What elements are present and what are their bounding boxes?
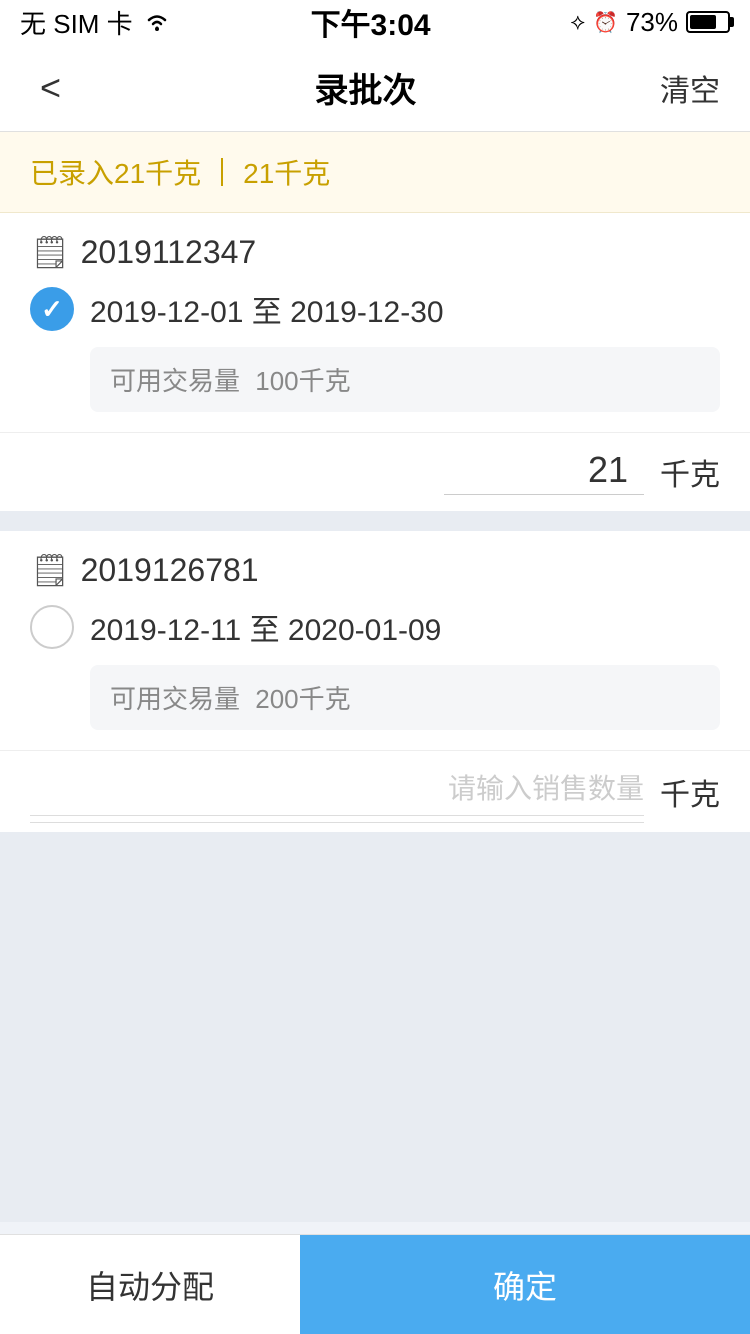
recorded-label: 已录入21千克 bbox=[30, 152, 201, 192]
batch1-radio[interactable] bbox=[30, 287, 74, 331]
batch1-available: 可用交易量 100千克 bbox=[90, 347, 720, 412]
batch2-id: 2019126781 bbox=[81, 552, 259, 589]
batch1-qty-value[interactable]: 21 bbox=[588, 449, 628, 491]
status-time: 下午3:04 bbox=[311, 0, 431, 44]
battery-fill bbox=[690, 15, 716, 29]
batch1-document-icon: 🗒 bbox=[30, 233, 71, 271]
batch2-document-icon: 🗒 bbox=[30, 551, 71, 589]
batch2-radio[interactable] bbox=[30, 605, 74, 649]
nav-bar: < 录批次 清空 bbox=[0, 44, 750, 132]
carrier-label: 无 SIM 卡 bbox=[20, 4, 133, 41]
batch2-available-label: 可用交易量 bbox=[110, 684, 240, 714]
clear-button[interactable]: 清空 bbox=[660, 66, 720, 110]
batch2-input-row: 请输入销售数量 千克 bbox=[0, 750, 750, 832]
batch2-date-row[interactable]: 2019-12-11 至 2020-01-09 bbox=[30, 605, 720, 649]
batch1-id: 2019112347 bbox=[81, 234, 257, 271]
batch-card-2: 🗒 2019126781 2019-12-11 至 2020-01-09 可用交… bbox=[0, 531, 750, 750]
recorded-value: 21千克 bbox=[243, 152, 330, 192]
info-banner: 已录入21千克 21千克 bbox=[0, 132, 750, 213]
back-button[interactable]: < bbox=[30, 57, 71, 119]
batch2-available: 可用交易量 200千克 bbox=[90, 665, 720, 730]
alarm-icon: ⏰ bbox=[593, 10, 618, 35]
batch1-date: 2019-12-01 至 2019-12-30 bbox=[90, 287, 444, 331]
battery-icon bbox=[686, 11, 730, 33]
batch1-date-row[interactable]: 2019-12-01 至 2019-12-30 bbox=[30, 287, 720, 331]
battery-percent: 73% bbox=[626, 7, 678, 38]
batch1-qty-row: 21 千克 bbox=[0, 432, 750, 511]
banner-divider bbox=[221, 158, 223, 186]
location-icon: ⟡ bbox=[571, 9, 586, 35]
status-bar: 无 SIM 卡 下午3:04 ⟡ ⏰ 73% bbox=[0, 0, 750, 44]
page-title: 录批次 bbox=[315, 63, 417, 112]
batch2-id-row: 🗒 2019126781 bbox=[30, 551, 720, 589]
batch2-date: 2019-12-11 至 2020-01-09 bbox=[90, 605, 441, 649]
bottom-bar: 自动分配 确定 bbox=[0, 1234, 750, 1334]
batch1-qty-wrap: 21 bbox=[30, 449, 644, 495]
confirm-button[interactable]: 确定 bbox=[300, 1235, 750, 1334]
batch2-available-qty: 200千克 bbox=[255, 684, 350, 714]
empty-area bbox=[0, 832, 750, 1222]
batch1-id-row: 🗒 2019112347 bbox=[30, 233, 720, 271]
batch2-qty-placeholder[interactable]: 请输入销售数量 bbox=[30, 767, 644, 816]
batch2-qty-unit: 千克 bbox=[660, 770, 720, 814]
wifi-icon bbox=[143, 12, 171, 32]
batch1-qty-unit: 千克 bbox=[660, 450, 720, 494]
status-left: 无 SIM 卡 bbox=[20, 4, 171, 41]
status-right: ⟡ ⏰ 73% bbox=[571, 7, 731, 38]
auto-distribute-button[interactable]: 自动分配 bbox=[0, 1235, 300, 1334]
section-separator bbox=[0, 511, 750, 531]
batch1-available-qty: 100千克 bbox=[255, 366, 350, 396]
batch1-available-label: 可用交易量 bbox=[110, 366, 240, 396]
batch-card-1: 🗒 2019112347 2019-12-01 至 2019-12-30 可用交… bbox=[0, 213, 750, 432]
